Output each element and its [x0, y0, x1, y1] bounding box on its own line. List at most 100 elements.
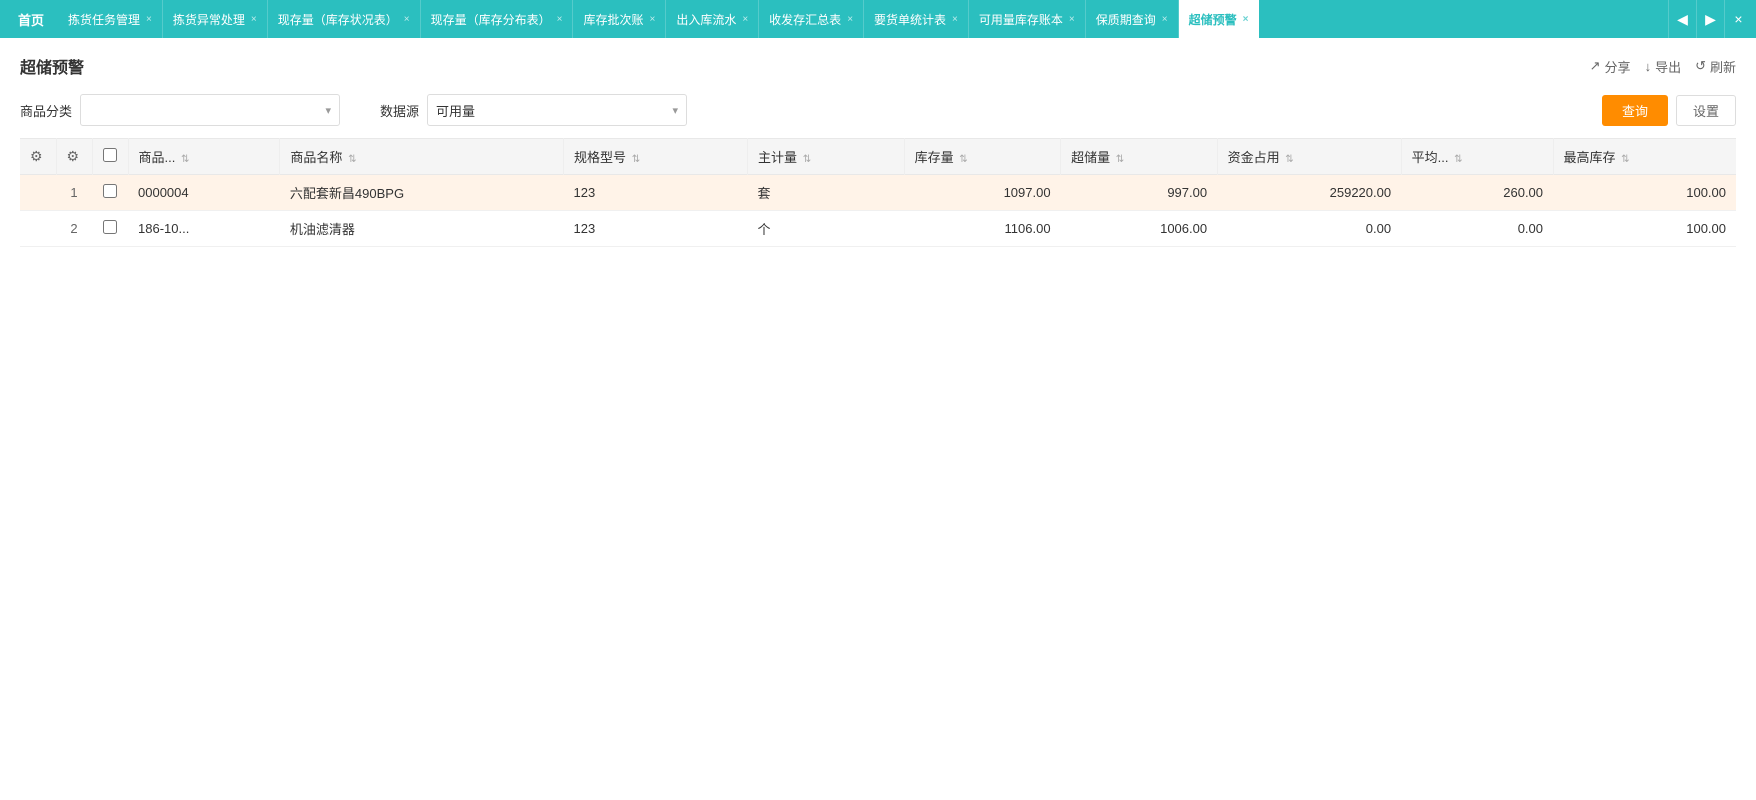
col-header-gear: ⚙ — [56, 139, 92, 175]
row-spec: 123 — [564, 211, 748, 247]
row-checkbox[interactable] — [103, 184, 117, 198]
nav-tab-tab-6[interactable]: 出入库流水× — [666, 0, 759, 38]
filter-row-1: 商品分类 ▾ 数据源 可用量 ▾ 查询 设置 — [20, 94, 1736, 126]
share-icon: ↗ — [1590, 58, 1601, 74]
row-capital: 259220.00 — [1217, 175, 1401, 211]
sort-icon-unit[interactable]: ⇅ — [803, 154, 811, 165]
export-button[interactable]: ↓ 导出 — [1645, 57, 1682, 76]
page-header: 超储预警 ↗ 分享 ↓ 导出 ↺ 刷新 — [20, 54, 1736, 78]
row-avg: 260.00 — [1401, 175, 1553, 211]
nav-tab-tab-5[interactable]: 库存批次账 × — [573, 0, 666, 38]
share-button[interactable]: ↗ 分享 — [1590, 57, 1631, 76]
tab-close-icon[interactable]: × — [847, 14, 853, 25]
row-stock: 1106.00 — [904, 211, 1061, 247]
product-category-filter: 商品分类 ▾ — [20, 94, 340, 126]
export-icon: ↓ — [1645, 59, 1652, 74]
tab-close-icon[interactable]: × — [557, 14, 563, 25]
settings-button[interactable]: 设置 — [1676, 95, 1736, 126]
tab-close-icon[interactable]: × — [404, 14, 410, 25]
tab-label: 拣货任务管理 — [68, 11, 140, 28]
row-checkbox[interactable] — [103, 220, 117, 234]
nav-tab-tab-7[interactable]: 收发存汇总表 × — [759, 0, 864, 38]
nav-home[interactable]: 首页 — [4, 10, 58, 29]
nav-tab-tab-9[interactable]: 可用量库存账本× — [969, 0, 1086, 38]
col-header-avg: 平均... ⇅ — [1401, 139, 1553, 175]
tab-label: 拣货异常处理 — [173, 11, 245, 28]
row-checkbox-cell — [92, 211, 128, 247]
nav-tab-tab-2[interactable]: 拣货异常处理 × — [163, 0, 268, 38]
tab-label: 超储预警 — [1189, 11, 1237, 28]
page-title: 超储预警 — [20, 54, 84, 78]
col-header-unit: 主计量 ⇅ — [748, 139, 905, 175]
nav-prev-button[interactable]: ◀ — [1668, 0, 1696, 38]
nav-tab-tab-3[interactable]: 现存量（库存状况表）× — [268, 0, 421, 38]
table-header: ⚙ ⚙ 商品... ⇅ 商品名称 ⇅ 规格型号 ⇅ — [20, 139, 1736, 175]
tab-close-icon[interactable]: × — [1162, 14, 1168, 25]
refresh-icon: ↺ — [1695, 58, 1706, 74]
nav-tab-tab-4[interactable]: 现存量（库存分布表） × — [421, 0, 574, 38]
table-header-row: ⚙ ⚙ 商品... ⇅ 商品名称 ⇅ 规格型号 ⇅ — [20, 139, 1736, 175]
sort-icon-product-name[interactable]: ⇅ — [348, 154, 356, 165]
sort-icon-max-stock[interactable]: ⇅ — [1621, 154, 1629, 165]
select-all-checkbox[interactable] — [103, 148, 117, 162]
chevron-down-icon-2: ▾ — [673, 104, 679, 117]
nav-tab-tab-8[interactable]: 要货单统计表× — [864, 0, 969, 38]
sort-icon-overstock[interactable]: ⇅ — [1116, 154, 1124, 165]
table-row: 2 186-10... 机油滤清器 123 个 1106.00 1006.00 … — [20, 211, 1736, 247]
col-header-gear: ⚙ — [20, 139, 56, 175]
row-checkbox-cell — [92, 175, 128, 211]
col-header-capital: 资金占用 ⇅ — [1217, 139, 1401, 175]
sort-icon-product-code[interactable]: ⇅ — [181, 154, 189, 165]
col-header-product-name: 商品名称 ⇅ — [280, 139, 564, 175]
header-actions: ↗ 分享 ↓ 导出 ↺ 刷新 — [1590, 57, 1736, 76]
row-product-name: 机油滤清器 — [280, 211, 564, 247]
sort-icon-capital[interactable]: ⇅ — [1285, 154, 1293, 165]
gear-icon[interactable]: ⚙ — [30, 148, 43, 164]
tab-close-icon[interactable]: × — [649, 14, 655, 25]
col-header-stock: 库存量 ⇅ — [904, 139, 1061, 175]
query-button[interactable]: 查询 — [1602, 95, 1668, 126]
row-overstock: 1006.00 — [1061, 211, 1218, 247]
data-source-filter: 数据源 可用量 ▾ — [380, 94, 687, 126]
tab-close-icon[interactable]: × — [146, 14, 152, 25]
gear-icon[interactable]: ⚙ — [67, 148, 80, 164]
tab-close-icon[interactable]: × — [251, 14, 257, 25]
sort-icon-spec[interactable]: ⇅ — [632, 154, 640, 165]
nav-tab-tab-1[interactable]: 拣货任务管理 × — [58, 0, 163, 38]
refresh-button[interactable]: ↺ 刷新 — [1695, 57, 1736, 76]
filter-buttons: 查询 设置 — [1602, 95, 1736, 126]
tab-close-icon[interactable]: × — [742, 14, 748, 25]
data-source-value: 可用量 — [436, 101, 475, 120]
tab-close-icon[interactable]: × — [952, 14, 958, 25]
sort-icon-avg[interactable]: ⇅ — [1454, 154, 1462, 165]
sort-icon-stock[interactable]: ⇅ — [959, 154, 967, 165]
nav-arrow-controls: ◀ ▶ × — [1668, 0, 1752, 38]
tab-label: 现存量（库存分布表） — [431, 11, 551, 28]
table-body: 1 0000004 六配套新昌490BPG 123 套 1097.00 997.… — [20, 175, 1736, 247]
refresh-label: 刷新 — [1710, 57, 1736, 76]
data-source-select[interactable]: 可用量 ▾ — [427, 94, 687, 126]
col-header-spec: 规格型号 ⇅ — [564, 139, 748, 175]
row-spec: 123 — [564, 175, 748, 211]
product-category-label: 商品分类 — [20, 101, 72, 120]
row-gear-cell — [20, 211, 56, 247]
chevron-down-icon: ▾ — [325, 104, 331, 117]
tab-label: 库存批次账 — [583, 11, 643, 28]
nav-next-button[interactable]: ▶ — [1696, 0, 1724, 38]
nav-tab-tab-11[interactable]: 超储预警 × — [1179, 0, 1260, 38]
product-category-select[interactable]: ▾ — [80, 94, 340, 126]
row-max-stock: 100.00 — [1553, 175, 1736, 211]
tab-close-icon[interactable]: × — [1069, 14, 1075, 25]
col-header-max-stock: 最高库存 ⇅ — [1553, 139, 1736, 175]
row-unit: 套 — [748, 175, 905, 211]
row-number: 2 — [56, 211, 92, 247]
col-header-overstock: 超储量 ⇅ — [1061, 139, 1218, 175]
row-product-code: 186-10... — [128, 211, 280, 247]
nav-tab-tab-10[interactable]: 保质期查询 × — [1086, 0, 1179, 38]
tab-close-icon[interactable]: × — [1243, 14, 1249, 25]
tab-label: 收发存汇总表 — [769, 11, 841, 28]
nav-close-button[interactable]: × — [1724, 0, 1752, 38]
share-label: 分享 — [1605, 57, 1631, 76]
tab-label: 保质期查询 — [1096, 11, 1156, 28]
main-content: 超储预警 ↗ 分享 ↓ 导出 ↺ 刷新 商品分类 ▾ 数据源 — [0, 38, 1756, 800]
